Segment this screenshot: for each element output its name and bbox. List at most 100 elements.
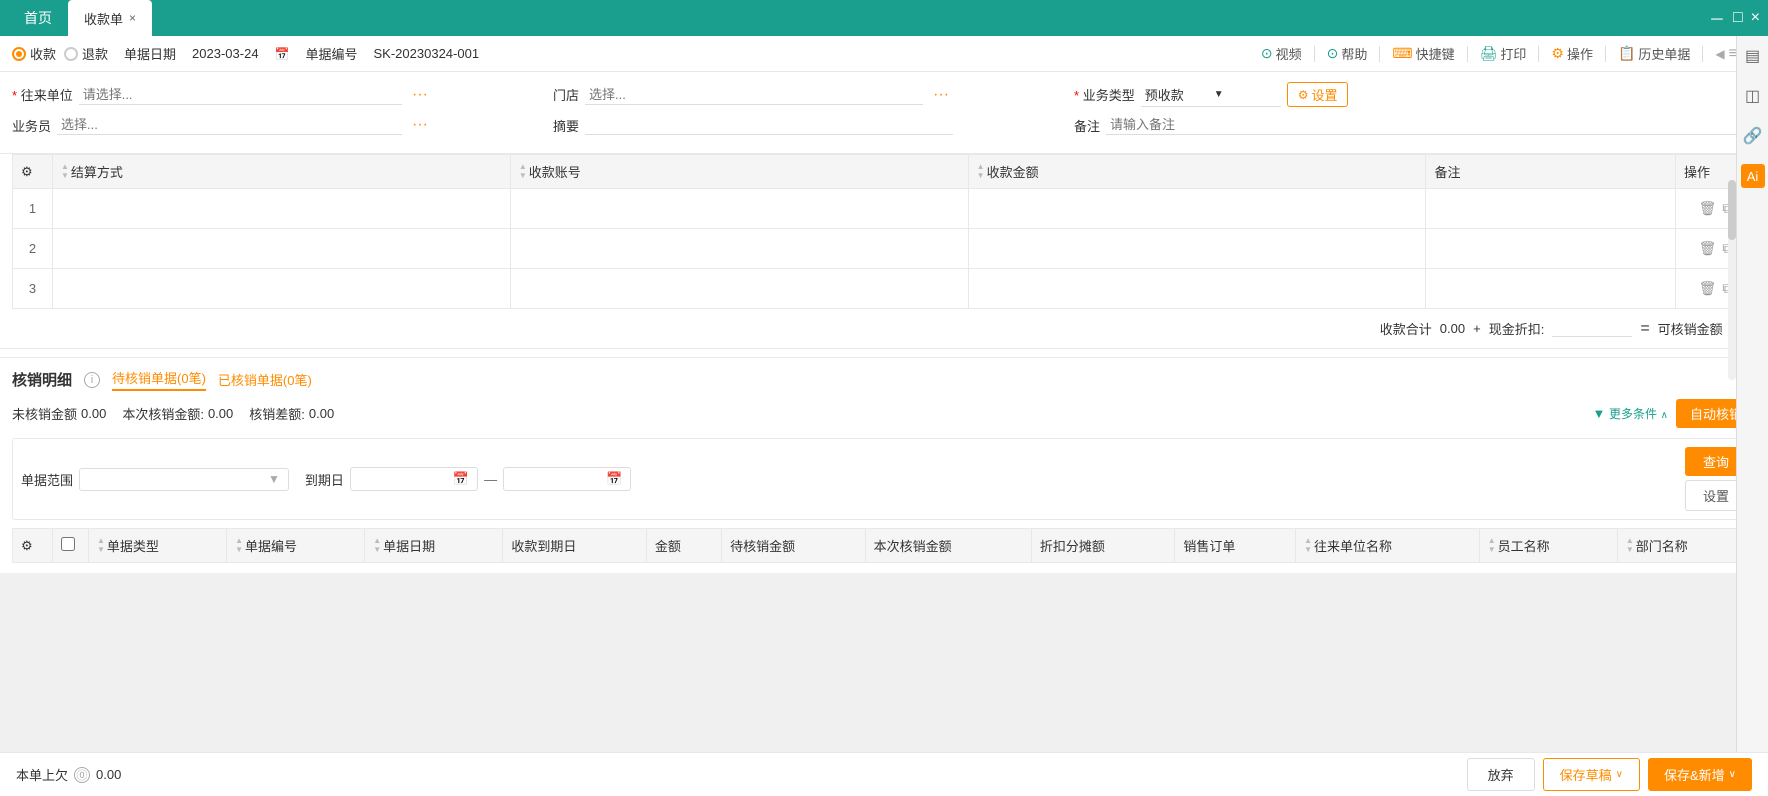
bt-settings-icon: ⚙: [21, 538, 33, 553]
panel-icon-3[interactable]: 🔗: [1741, 124, 1765, 148]
store-more-btn[interactable]: ···: [929, 86, 953, 104]
salesperson-field: 业务员 ···: [12, 115, 432, 135]
sort-date-icon[interactable]: ▲▼: [373, 537, 381, 554]
form-area: * 往来单位 ··· 门店 ··· * 业务类型 预收款 ▼ ⚙: [0, 72, 1768, 154]
date-from-input[interactable]: 2022-04-01 📅: [350, 467, 478, 491]
settings-button[interactable]: ⚙ 设置: [1287, 82, 1349, 107]
date-value[interactable]: 2023-03-24: [192, 46, 259, 61]
video-btn[interactable]: ⊙ 视频: [1261, 44, 1302, 63]
due-date-label: 到期日: [305, 470, 344, 489]
delete-row-1-icon[interactable]: 🗑: [1699, 200, 1717, 217]
salesperson-input[interactable]: [57, 115, 402, 135]
row-settlement-3[interactable]: [53, 269, 511, 309]
sort-amount-icon[interactable]: ▲▼: [977, 163, 985, 180]
row-settlement-1[interactable]: [53, 189, 511, 229]
shortcut-btn[interactable]: ⌨ 快捷键: [1392, 44, 1454, 63]
sort-settlement-icon[interactable]: ▲▼: [61, 163, 69, 180]
date-to-input[interactable]: 2022-04-12 📅: [503, 467, 631, 491]
radio-receipt[interactable]: 收款: [12, 44, 56, 63]
scrollbar-thumb[interactable]: [1728, 180, 1736, 240]
row-amount-1[interactable]: [968, 189, 1426, 229]
range-input[interactable]: [88, 472, 264, 487]
toolbar-row: 收款 退款 单据日期 2023-03-24 📅 单据编号 SK-20230324…: [0, 36, 1768, 72]
tab-receipt[interactable]: 收款单 ×: [68, 0, 152, 36]
sort-partner-icon[interactable]: ▲▼: [1304, 537, 1312, 554]
row-remark-2[interactable]: [1426, 229, 1676, 269]
row-amount-3[interactable]: [968, 269, 1426, 309]
discount-input[interactable]: [1552, 321, 1632, 337]
tab-close-icon[interactable]: ×: [129, 11, 136, 25]
range-input-box[interactable]: ▼: [79, 468, 289, 491]
receipt-refund-toggle: 收款 退款: [12, 44, 108, 63]
settings-icon: ⚙: [21, 164, 33, 179]
filter-icon[interactable]: ▼ 更多条件 ∧: [1593, 405, 1668, 422]
footer-local-label: 本单上欠: [16, 765, 68, 784]
row-account-1[interactable]: [510, 189, 968, 229]
row-index-3: 3: [13, 269, 53, 309]
store-input[interactable]: [585, 85, 923, 105]
radio-refund[interactable]: 退款: [64, 44, 108, 63]
business-type-select[interactable]: 预收款 ▼: [1141, 83, 1281, 107]
delete-row-2-icon[interactable]: 🗑: [1699, 240, 1717, 257]
panel-icon-2[interactable]: ◫: [1741, 84, 1765, 108]
due-date-field: 到期日 2022-04-01 📅 — 2022-04-12 📅: [305, 467, 631, 491]
bt-col-current: 本次核销金额: [865, 529, 1031, 563]
partner-more-btn[interactable]: ···: [408, 86, 432, 104]
calendar-icon[interactable]: 📅: [275, 47, 290, 61]
tab-home[interactable]: 首页: [8, 0, 68, 36]
footer-info-icon[interactable]: ⓪: [74, 767, 90, 783]
range-dropdown-icon[interactable]: ▼: [268, 472, 280, 486]
bt-col-settings[interactable]: ⚙: [13, 529, 53, 563]
select-all-checkbox[interactable]: [61, 537, 75, 551]
sort-employee-icon[interactable]: ▲▼: [1488, 537, 1496, 554]
close-button[interactable]: ×: [1751, 9, 1760, 27]
salesperson-more-btn[interactable]: ···: [408, 116, 432, 134]
remark-input[interactable]: [1106, 115, 1756, 135]
bt-col-employee: ▲▼ 员工名称: [1479, 529, 1617, 563]
delete-row-3-icon[interactable]: 🗑: [1699, 280, 1717, 297]
partner-input[interactable]: [79, 85, 402, 105]
summary-input[interactable]: [585, 115, 953, 135]
minimize-button[interactable]: －: [1709, 6, 1725, 30]
help-btn[interactable]: ⊙ 帮助: [1327, 44, 1368, 63]
equal-sign: =: [1640, 320, 1649, 338]
restore-button[interactable]: □: [1733, 9, 1743, 27]
range-label: 单据范围: [21, 470, 73, 489]
panel-icon-1[interactable]: ▤: [1741, 44, 1765, 68]
sort-type-icon[interactable]: ▲▼: [97, 537, 105, 554]
remark-field: 备注: [1074, 115, 1756, 135]
reconcile-header: 核销明细 i 待核销单据(0笔) 已核销单据(0笔): [12, 368, 1756, 391]
abandon-button[interactable]: 放弃: [1467, 758, 1535, 791]
window-controls: － □ ×: [1709, 6, 1760, 30]
info-icon[interactable]: i: [84, 372, 100, 388]
calendar-from-icon[interactable]: 📅: [453, 471, 469, 487]
history-btn[interactable]: 📋 历史单据: [1618, 44, 1690, 63]
calendar-to-icon[interactable]: 📅: [606, 471, 622, 487]
sort-account-icon[interactable]: ▲▼: [519, 163, 527, 180]
date-from-text[interactable]: 2022-04-01: [359, 472, 449, 487]
save-new-arrow-icon: ∨: [1729, 769, 1736, 780]
row-account-2[interactable]: [510, 229, 968, 269]
save-draft-button[interactable]: 保存草稿 ∨: [1543, 758, 1640, 791]
bt-col-amount: 金额: [646, 529, 721, 563]
row-settlement-2[interactable]: [53, 229, 511, 269]
store-field: 门店 ···: [553, 85, 953, 105]
row-remark-1[interactable]: [1426, 189, 1676, 229]
row-account-3[interactable]: [510, 269, 968, 309]
print-btn[interactable]: 🖨 打印: [1480, 44, 1527, 63]
save-new-button[interactable]: 保存&新增 ∨: [1648, 758, 1752, 791]
bt-col-discount: 折扣分摊额: [1031, 529, 1175, 563]
row-remark-3[interactable]: [1426, 269, 1676, 309]
sort-number-icon[interactable]: ▲▼: [235, 537, 243, 554]
prev-icon[interactable]: ◀: [1715, 47, 1724, 61]
done-tab[interactable]: 已核销单据(0笔): [218, 370, 312, 389]
operation-btn[interactable]: ⚙ 操作: [1551, 44, 1593, 63]
date-to-text[interactable]: 2022-04-12: [512, 472, 602, 487]
row-index-2: 2: [13, 229, 53, 269]
row-amount-2[interactable]: [968, 229, 1426, 269]
pending-tab[interactable]: 待核销单据(0笔): [112, 368, 206, 391]
col-settings[interactable]: ⚙: [13, 155, 53, 189]
gear-icon: ⚙: [1298, 88, 1309, 102]
panel-icon-4[interactable]: Ai: [1741, 164, 1765, 188]
sort-dept-icon[interactable]: ▲▼: [1626, 537, 1634, 554]
